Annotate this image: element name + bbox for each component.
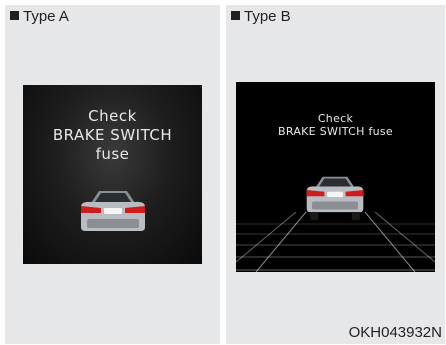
panel-title-type-b: Type B [244, 8, 291, 25]
warning-message-type-a: Check BRAKE SWITCH fuse [23, 107, 202, 164]
message-line: fuse [95, 145, 130, 163]
message-line: Check [317, 112, 354, 125]
message-line: Check [88, 107, 137, 125]
car-rear-icon [81, 191, 145, 240]
road-lines-icon [236, 212, 435, 272]
square-bullet-icon [10, 11, 19, 20]
message-line: BRAKE SWITCH [52, 126, 173, 144]
warning-message-type-b: Check BRAKE SWITCH fuse [236, 112, 435, 138]
message-line: BRAKE SWITCH fuse [278, 125, 393, 138]
panel-type-a: Type A Check BRAKE SWITCH fuse [5, 5, 220, 344]
cluster-display-type-a: Check BRAKE SWITCH fuse [23, 85, 202, 264]
car-rear-icon [306, 176, 364, 221]
figure-code: OKH043932N [348, 324, 442, 341]
panel-type-b: Type B Check BRAKE SWITCH fuse OKH043932… [226, 5, 445, 344]
panel-label-type-b: Type B [231, 8, 291, 25]
cluster-display-type-b: Check BRAKE SWITCH fuse [236, 82, 435, 272]
panel-title-type-a: Type A [23, 8, 69, 25]
panel-label-type-a: Type A [10, 8, 69, 25]
square-bullet-icon [231, 11, 240, 20]
